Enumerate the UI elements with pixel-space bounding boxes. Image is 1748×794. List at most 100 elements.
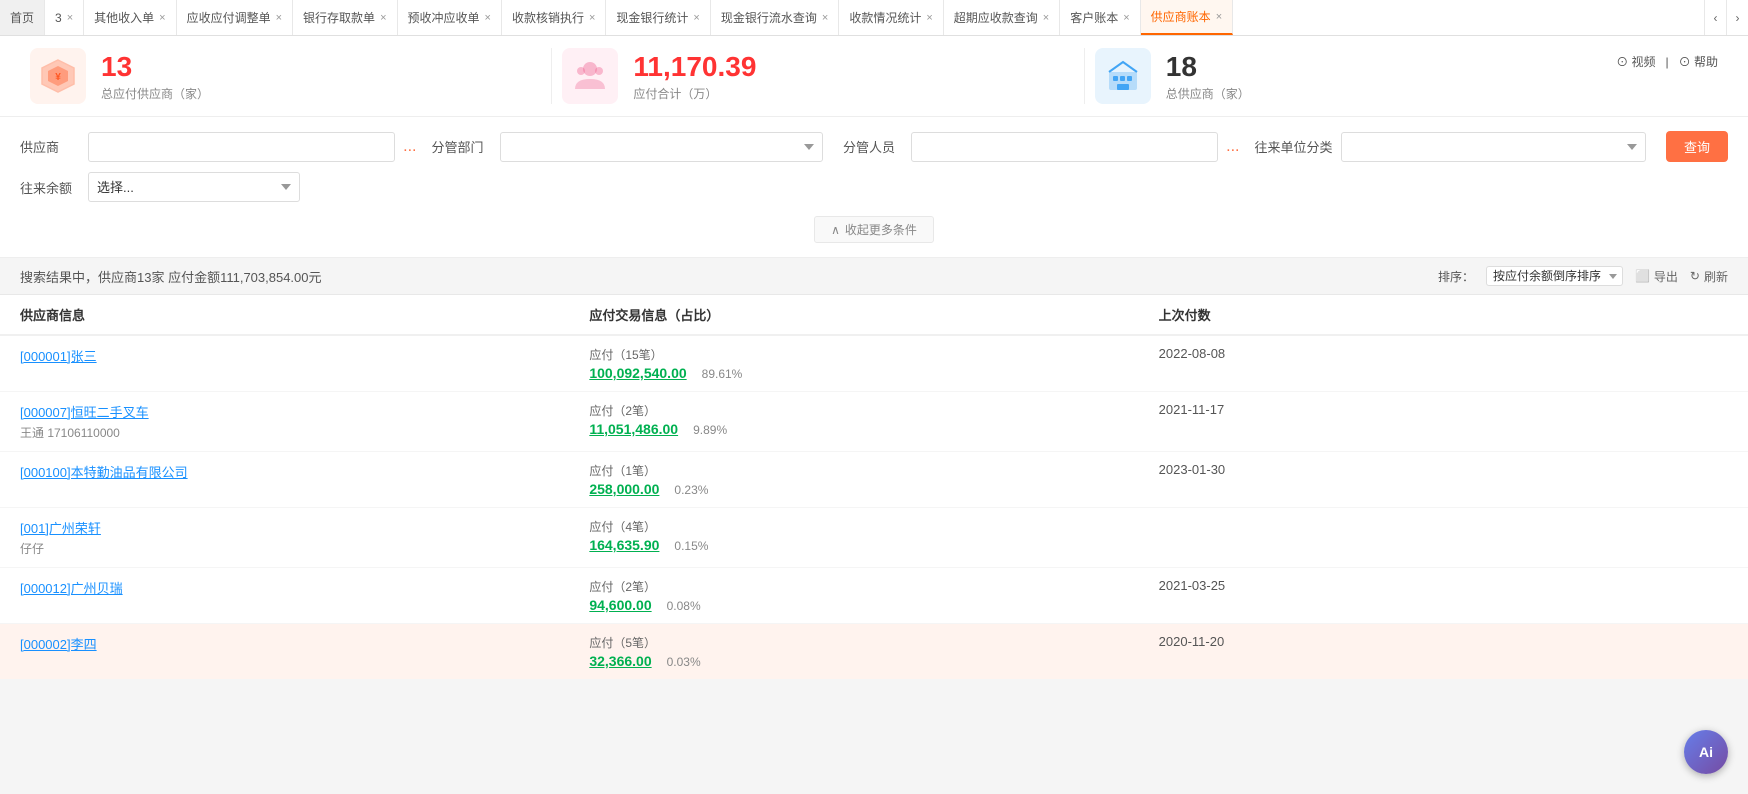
nav-tab-supplier-ledger[interactable]: 供应商账本×: [1141, 0, 1233, 35]
close-tab-tab3[interactable]: ×: [67, 12, 73, 24]
close-tab-other-income[interactable]: ×: [159, 12, 165, 24]
person-input[interactable]: [911, 132, 1218, 162]
nav-tab-collection-verify[interactable]: 收款核销执行×: [502, 0, 606, 35]
dept-select[interactable]: [500, 132, 824, 162]
nav-tab-tab3[interactable]: 3×: [45, 0, 84, 35]
table-row: [000100]本特勤油品有限公司应付（1笔）258,000.000.23%20…: [0, 452, 1748, 508]
nav-tab-prepay-ar[interactable]: 预收冲应收单×: [398, 0, 502, 35]
last-pay-cell: 2022-08-08: [1159, 346, 1728, 361]
category-filter: 往来单位分类: [1255, 132, 1647, 162]
payable-pct: 0.08%: [667, 599, 701, 613]
nav-tab-home[interactable]: 首页: [0, 0, 45, 35]
supplier-info-cell: [000001]张三: [20, 346, 589, 365]
help-link[interactable]: ⊙ 帮助: [1679, 53, 1718, 70]
nav-tab-collection-stat[interactable]: 收款情况统计×: [839, 0, 943, 35]
supplier-info-cell: [000100]本特勤油品有限公司: [20, 462, 589, 481]
table-row: [000007]恒旺二手叉车王通 17106110000应付（2笔）11,051…: [0, 392, 1748, 452]
supplier-table: 供应商信息 应付交易信息（占比） 上次付数 [000001]张三应付（15笔）1…: [0, 295, 1748, 680]
close-tab-prepay-ar[interactable]: ×: [485, 12, 491, 24]
stat-payable-suppliers: ¥13总应付供应商（家）: [20, 48, 552, 104]
supplier-input[interactable]: [88, 132, 395, 162]
payable-info-cell: 应付（2笔）94,600.000.08%: [589, 578, 1158, 613]
supplier-name-link[interactable]: [000001]张三: [20, 346, 589, 365]
close-tab-customer-ledger[interactable]: ×: [1123, 12, 1129, 24]
table-row: [000012]广州贝瑞应付（2笔）94,600.000.08%2021-03-…: [0, 568, 1748, 624]
nav-tab-ar-ap-adjust[interactable]: 应收应付调整单×: [177, 0, 293, 35]
nav-tab-overdue-ar[interactable]: 超期应收款查询×: [944, 0, 1060, 35]
supplier-name-link[interactable]: [000100]本特勤油品有限公司: [20, 462, 589, 481]
balance-label: 往来余额: [20, 178, 80, 197]
balance-filter: 往来余额 选择...: [20, 172, 300, 202]
nav-tab-customer-ledger[interactable]: 客户账本×: [1060, 0, 1140, 35]
close-tab-collection-verify[interactable]: ×: [589, 12, 595, 24]
payable-amount-content: 11,170.39应付合计（万）: [633, 50, 756, 103]
help-separator: |: [1666, 55, 1669, 69]
supplier-filter: 供应商 ...: [20, 132, 412, 162]
collapse-button[interactable]: ∧ 收起更多条件: [814, 216, 934, 243]
payable-amount[interactable]: 258,000.00: [589, 481, 659, 497]
payable-amount[interactable]: 11,051,486.00: [589, 421, 678, 437]
nav-arrow-right[interactable]: ›: [1726, 0, 1748, 35]
payable-amount[interactable]: 100,092,540.00: [589, 365, 686, 381]
category-label: 往来单位分类: [1255, 137, 1333, 156]
collapse-icon: ∧: [831, 223, 840, 237]
stat-payable-amount: 11,170.39应付合计（万）: [552, 48, 1084, 104]
nav-tab-cash-bank-stat[interactable]: 现金银行统计×: [606, 0, 710, 35]
payable-pct: 0.15%: [674, 539, 708, 553]
supplier-dots[interactable]: ...: [403, 138, 416, 156]
payable-info-cell: 应付（2笔）11,051,486.009.89%: [589, 402, 1158, 437]
payable-pct: 89.61%: [702, 367, 743, 381]
supplier-info-cell: [001]广州荣轩仔仔: [20, 518, 589, 557]
total-suppliers-content: 18总供应商（家）: [1166, 50, 1250, 103]
video-link[interactable]: ⊙ 视频: [1616, 53, 1655, 70]
help-area: ⊙ 视频 | ⊙ 帮助: [1616, 48, 1728, 70]
payable-amount[interactable]: 94,600.00: [589, 597, 651, 613]
supplier-label: 供应商: [20, 137, 80, 156]
payable-row: 258,000.000.23%: [589, 479, 1158, 497]
balance-select[interactable]: 选择...: [88, 172, 300, 202]
person-filter: 分管人员 ...: [843, 132, 1235, 162]
nav-tab-cash-flow-query[interactable]: 现金银行流水查询×: [711, 0, 839, 35]
last-pay-cell: 2023-01-30: [1159, 462, 1728, 477]
supplier-name-link[interactable]: [001]广州荣轩: [20, 518, 589, 537]
payable-suppliers-number: 13: [101, 50, 209, 84]
close-tab-cash-flow-query[interactable]: ×: [822, 12, 828, 24]
close-tab-ar-ap-adjust[interactable]: ×: [276, 12, 282, 24]
payable-suppliers-content: 13总应付供应商（家）: [101, 50, 209, 103]
close-tab-overdue-ar[interactable]: ×: [1043, 12, 1049, 24]
payable-amount[interactable]: 164,635.90: [589, 537, 659, 553]
svg-text:¥: ¥: [55, 72, 61, 83]
payable-amount-label: 应付合计（万）: [633, 85, 756, 102]
ai-badge[interactable]: Ai: [1684, 730, 1728, 774]
result-text: 搜索结果中，供应商13家 应付金额111,703,854.00元: [20, 267, 322, 286]
payable-info-cell: 应付（15笔）100,092,540.0089.61%: [589, 346, 1158, 381]
payable-label: 应付（1笔）: [589, 462, 1158, 479]
person-dots[interactable]: ...: [1226, 138, 1239, 156]
payable-row: 100,092,540.00 89.61%: [589, 363, 1158, 381]
last-pay-date: 2023-01-30: [1159, 462, 1226, 477]
sort-select[interactable]: 按应付余额倒序排序按应付余额正序排序按供应商名称排序: [1486, 266, 1623, 286]
supplier-name-link[interactable]: [000012]广州贝瑞: [20, 578, 589, 597]
search-button[interactable]: 查询: [1666, 131, 1728, 162]
nav-tab-bank-deposit[interactable]: 银行存取款单×: [293, 0, 397, 35]
supplier-name-link[interactable]: [000002]李四: [20, 634, 589, 653]
payable-info-cell: 应付（1笔）258,000.000.23%: [589, 462, 1158, 497]
close-tab-cash-bank-stat[interactable]: ×: [693, 12, 699, 24]
stats-bar: ¥13总应付供应商（家） 11,170.39应付合计（万） 18总供应商（家） ⊙ …: [0, 36, 1748, 117]
filter-area: 供应商 ... 分管部门 分管人员 ... 往来单位分类 查询 往来余额 选择: [0, 117, 1748, 258]
category-select[interactable]: [1341, 132, 1646, 162]
export-button[interactable]: ⬜ 导出: [1635, 268, 1678, 285]
result-bar-right: 排序： 按应付余额倒序排序按应付余额正序排序按供应商名称排序 ⬜ 导出 ↻ 刷新: [1438, 266, 1728, 286]
close-tab-collection-stat[interactable]: ×: [926, 12, 932, 24]
close-tab-supplier-ledger[interactable]: ×: [1216, 11, 1222, 23]
payable-amount[interactable]: 32,366.00: [589, 653, 651, 669]
refresh-button[interactable]: ↻ 刷新: [1690, 268, 1728, 285]
supplier-name-link[interactable]: [000007]恒旺二手叉车: [20, 402, 589, 421]
payable-info-cell: 应付（5笔）32,366.000.03%: [589, 634, 1158, 669]
dept-label: 分管部门: [432, 137, 492, 156]
nav-arrow-left[interactable]: ‹: [1704, 0, 1726, 35]
last-pay-date: 2020-11-20: [1159, 634, 1225, 649]
collapse-label: 收起更多条件: [845, 221, 917, 238]
close-tab-bank-deposit[interactable]: ×: [380, 12, 386, 24]
nav-tab-other-income[interactable]: 其他收入单×: [84, 0, 176, 35]
